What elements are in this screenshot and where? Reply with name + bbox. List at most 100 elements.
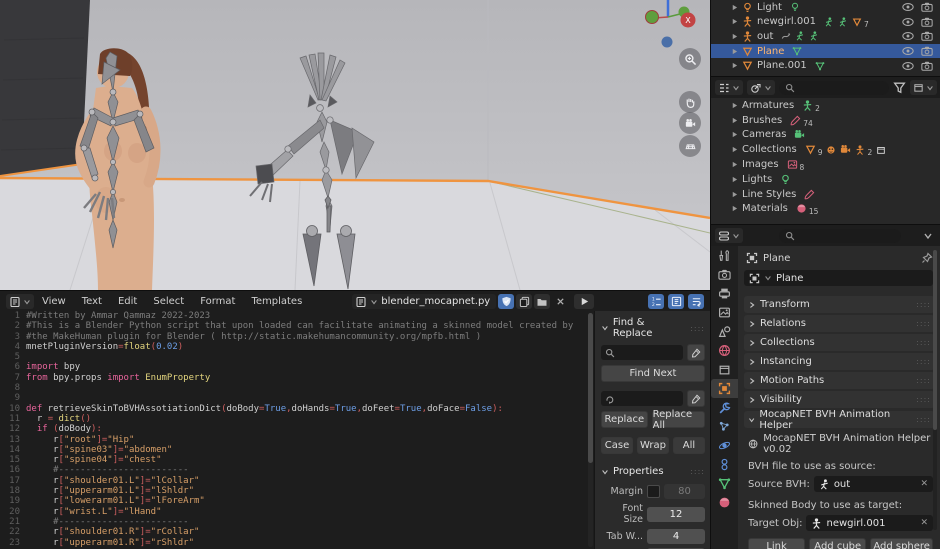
unlink-text-button[interactable]: [552, 294, 568, 309]
properties-tab-object-data[interactable]: [711, 474, 738, 493]
find-replace-panel-header[interactable]: Find & Replace ::::: [595, 313, 711, 342]
margin-value-field[interactable]: 80: [664, 484, 705, 499]
open-file-button[interactable]: [534, 294, 551, 309]
code-line[interactable]: 6 import bpy: [0, 362, 594, 372]
disclosure-triangle-icon[interactable]: [731, 117, 738, 124]
properties-tab-collection[interactable]: [711, 360, 738, 379]
code-line[interactable]: 15 r["spine04"]="chest": [0, 455, 594, 465]
syntax-highlight-toggle[interactable]: [668, 294, 684, 309]
disclosure-triangle-icon[interactable]: [731, 18, 738, 25]
shield-check-toggle[interactable]: [498, 294, 515, 309]
text-datablock-field[interactable]: blender_mocapnet.py: [352, 294, 497, 309]
outliner-row-newgirl-001[interactable]: newgirl.001 7: [711, 15, 940, 29]
display-mode-dropdown[interactable]: [747, 80, 775, 95]
run-script-button[interactable]: [574, 294, 595, 309]
code-line[interactable]: 3 #the MakeHuman plugin for Blender ( htt…: [0, 332, 594, 342]
disclosure-triangle-icon[interactable]: [731, 48, 738, 55]
font-size-field[interactable]: 12: [647, 506, 705, 522]
code-line[interactable]: 10 def retrieveSkinToBVHAssotiationDict(d…: [0, 404, 594, 414]
code-line[interactable]: 11 r = dict(): [0, 414, 594, 424]
panel-header-instancing[interactable]: Instancing::::: [744, 353, 935, 370]
code-line[interactable]: 4 mnetPluginVersion=float(0.02): [0, 342, 594, 352]
find-input[interactable]: [601, 345, 683, 360]
blend-file-row-line-styles[interactable]: Line Styles: [711, 187, 940, 202]
outliner-row-plane[interactable]: Plane: [711, 43, 940, 59]
line-numbers-toggle[interactable]: [648, 294, 664, 309]
code-line[interactable]: 7 from bpy.props import EnumProperty: [0, 373, 594, 383]
code-line[interactable]: 19 r["lowerarm01.L"]="lForeArm": [0, 496, 594, 506]
replace-eyedropper-button[interactable]: [687, 390, 705, 407]
3d-viewport[interactable]: X: [0, 0, 710, 290]
blend-file-row-lights[interactable]: Lights: [711, 172, 940, 187]
code-editor[interactable]: 1 #Written by Ammar Qammaz 2022-2023 2 #Thi…: [0, 311, 594, 549]
wrap-toggle[interactable]: Wrap: [637, 437, 669, 454]
disclosure-triangle-icon[interactable]: [731, 161, 738, 168]
blend-file-row-brushes[interactable]: Brushes 74: [711, 113, 940, 128]
add-cube-button[interactable]: Add cube: [809, 538, 867, 549]
code-line[interactable]: 5: [0, 352, 594, 362]
pin-icon[interactable]: [921, 252, 933, 264]
outliner-row-plane-001[interactable]: Plane.001: [711, 58, 940, 73]
properties-scrollbar-thumb[interactable]: [933, 250, 937, 430]
properties-tab-modifiers[interactable]: [711, 398, 738, 417]
code-line[interactable]: 23 r["upperarm01.R"]="rShldr": [0, 538, 594, 548]
tab-width-field[interactable]: 4: [647, 529, 705, 544]
find-eyedropper-button[interactable]: [687, 344, 705, 361]
disclosure-triangle-icon[interactable]: [731, 62, 738, 69]
properties-tab-render[interactable]: [711, 265, 738, 284]
copy-text-button[interactable]: [516, 294, 533, 309]
menu-select[interactable]: Select: [145, 296, 192, 307]
margin-checkbox[interactable]: [647, 485, 660, 498]
replace-input[interactable]: [601, 391, 683, 406]
code-line[interactable]: 1 #Written by Ammar Qammaz 2022-2023: [0, 311, 594, 321]
properties-tab-world[interactable]: [711, 341, 738, 360]
properties-tab-material[interactable]: [711, 493, 738, 512]
outliner-editor-type-dropdown[interactable]: [715, 80, 743, 95]
properties-search-input[interactable]: [779, 228, 901, 243]
menu-format[interactable]: Format: [192, 296, 243, 307]
clear-source-icon[interactable]: ✕: [920, 479, 928, 489]
outliner-row-out[interactable]: out: [711, 29, 940, 44]
disclosure-triangle-icon[interactable]: [731, 205, 738, 212]
panel-header-motion-paths[interactable]: Motion Paths::::: [744, 372, 935, 389]
disclosure-triangle-icon[interactable]: [731, 131, 738, 138]
blend-file-row-materials[interactable]: Materials 15: [711, 202, 940, 216]
disclosure-triangle-icon[interactable]: [731, 191, 738, 198]
properties-tab-object[interactable]: [711, 379, 738, 398]
menu-edit[interactable]: Edit: [110, 296, 145, 307]
replace-button[interactable]: Replace: [601, 411, 648, 428]
code-line[interactable]: 14 r["spine03"]="abdomen": [0, 445, 594, 455]
menu-templates[interactable]: Templates: [243, 296, 310, 307]
properties-options-dropdown[interactable]: [923, 231, 933, 241]
word-wrap-toggle[interactable]: [688, 294, 704, 309]
properties-tab-scene[interactable]: [711, 322, 738, 341]
find-next-button[interactable]: Find Next: [601, 365, 705, 382]
panel-header-collections[interactable]: Collections::::: [744, 334, 935, 351]
code-scrollbar-thumb[interactable]: [588, 313, 593, 463]
editor-type-dropdown[interactable]: [6, 294, 34, 309]
mocapnet-version-label[interactable]: MocapNET BVH Animation Helper v0.02: [763, 433, 933, 455]
viewport-grid-button[interactable]: [679, 135, 701, 157]
properties-tab-particles[interactable]: [711, 417, 738, 436]
code-line[interactable]: 22 r["shoulder01.R"]="rCollar": [0, 527, 594, 537]
case-toggle[interactable]: Case: [601, 437, 633, 454]
properties-tab-constraints[interactable]: [711, 455, 738, 474]
all-toggle[interactable]: All: [673, 437, 705, 454]
code-line[interactable]: 9: [0, 393, 594, 403]
panel-header-transform[interactable]: Transform::::: [744, 296, 935, 313]
blend-file-row-collections[interactable]: Collections 9 2: [711, 142, 940, 157]
filter-icon[interactable]: [893, 81, 906, 94]
code-line[interactable]: 12 if (doBody):: [0, 424, 594, 434]
viewport-move-button[interactable]: [679, 91, 701, 113]
properties-tab-tool[interactable]: [711, 246, 738, 265]
blend-file-row-images[interactable]: Images 8: [711, 157, 940, 172]
properties-editor-type-dropdown[interactable]: [715, 228, 743, 243]
object-name-field[interactable]: Plane: [744, 270, 933, 286]
navigation-gizmo[interactable]: X: [640, 0, 710, 52]
code-line[interactable]: 21 #------------------------: [0, 517, 594, 527]
menu-text[interactable]: Text: [74, 296, 110, 307]
source-bvh-field[interactable]: out ✕: [813, 476, 933, 492]
replace-all-button[interactable]: Replace All: [651, 409, 705, 431]
blend-file-row-cameras[interactable]: Cameras: [711, 128, 940, 143]
disclosure-triangle-icon[interactable]: [731, 146, 738, 153]
